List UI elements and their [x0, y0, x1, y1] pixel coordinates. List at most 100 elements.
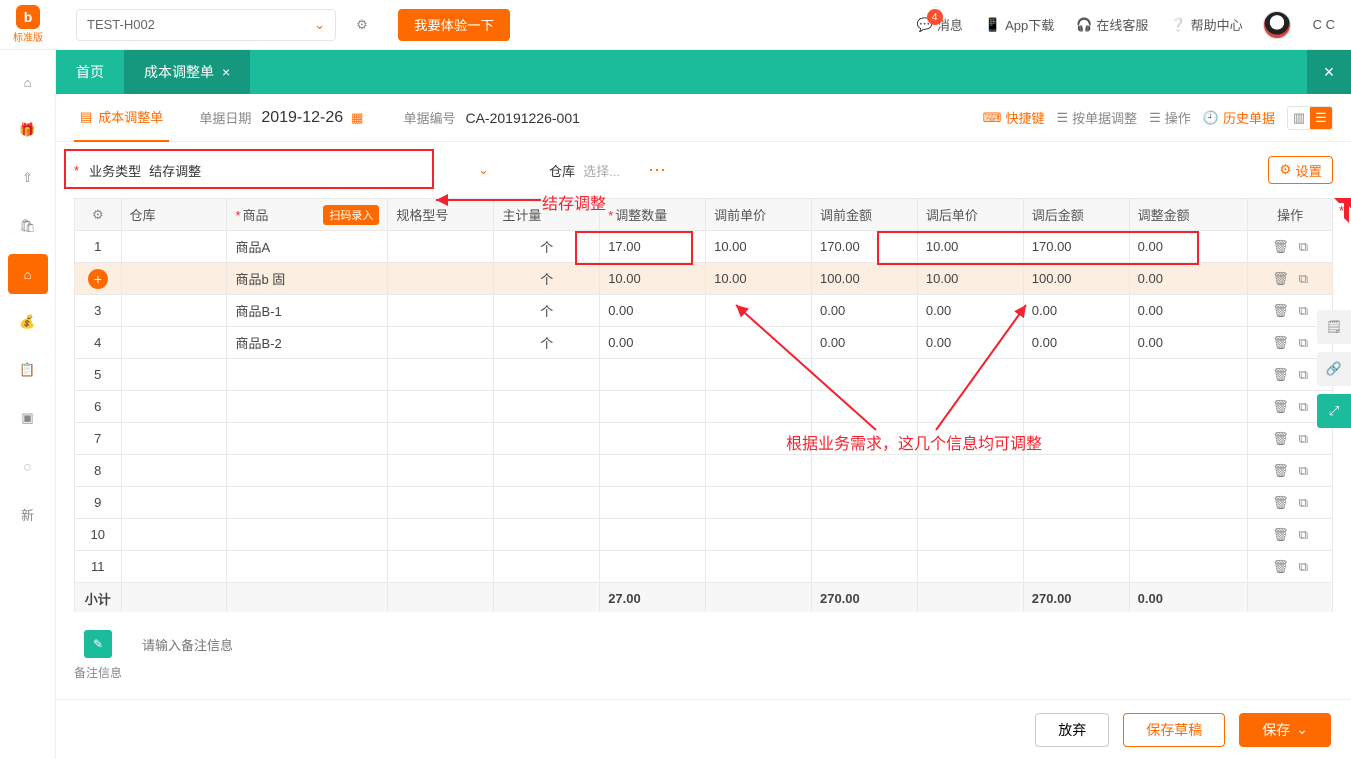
user-avatar[interactable] [1263, 11, 1291, 39]
copy-icon[interactable]: ⧉ [1299, 463, 1308, 479]
table-row[interactable]: 6🗑⧉ [75, 391, 1333, 423]
delete-icon[interactable]: 🗑 [1272, 271, 1289, 287]
app-download-button[interactable]: 📱 App下载 [985, 15, 1054, 34]
col-pre-price[interactable]: 调前单价 [706, 199, 812, 231]
shortcut-button[interactable]: ⌨快捷键 [983, 108, 1045, 127]
nav-money[interactable]: 💰 [8, 302, 48, 342]
copy-icon[interactable]: ⧉ [1299, 495, 1308, 511]
nav-gift[interactable]: 🎁 [8, 110, 48, 150]
copy-icon[interactable]: ⧉ [1299, 367, 1308, 383]
help-center-button[interactable]: ❔ 帮助中心 [1170, 15, 1242, 34]
table-row[interactable]: 7🗑⧉ [75, 423, 1333, 455]
nav-ring[interactable]: ◌ [8, 446, 48, 486]
view-toggle[interactable]: ▥ ☰ [1287, 106, 1333, 130]
business-type-select[interactable]: * 业务类型 结存调整 ⌄ [74, 161, 489, 180]
col-product[interactable]: 商品扫码录入 [227, 199, 388, 231]
warehouse-select[interactable]: 仓库 选择... ⋯ [549, 160, 666, 181]
table-row[interactable]: 8🗑⧉ [75, 455, 1333, 487]
nav-bag[interactable]: 🛍 [8, 206, 48, 246]
copy-icon[interactable]: ⧉ [1299, 239, 1308, 255]
col-ops: 操作 [1248, 199, 1333, 231]
delete-icon[interactable]: 🗑 [1272, 527, 1289, 543]
rail-note-button[interactable]: 🗒 [1317, 310, 1351, 344]
col-warehouse[interactable]: 仓库 [121, 199, 227, 231]
operate-button[interactable]: ☰操作 [1149, 108, 1191, 127]
discard-button[interactable]: 放弃 [1035, 713, 1109, 747]
nav-new[interactable]: 新 [8, 494, 48, 534]
delete-icon[interactable]: 🗑 [1272, 399, 1289, 415]
delete-icon[interactable]: 🗑 [1272, 239, 1289, 255]
copy-icon[interactable]: ⧉ [1299, 431, 1308, 447]
table-row[interactable]: 9🗑⧉ [75, 487, 1333, 519]
nav-clipboard[interactable]: 📋 [8, 350, 48, 390]
delete-icon[interactable]: 🗑 [1272, 303, 1289, 319]
doc-no-label: 单据编号 [403, 108, 455, 127]
biz-type-value: 结存调整 [149, 161, 201, 180]
rail-expand-button[interactable]: ⤢ [1317, 394, 1351, 428]
table-row[interactable]: 10🗑⧉ [75, 519, 1333, 551]
copy-icon[interactable]: ⧉ [1299, 527, 1308, 543]
org-settings-button[interactable]: ⚙ [346, 9, 378, 41]
logo-icon: b [16, 5, 40, 29]
col-spec[interactable]: 规格型号 [388, 199, 494, 231]
tab-cost-adjust[interactable]: 成本调整单 × [124, 50, 250, 94]
table-row[interactable]: 1商品A个17.0010.00170.0010.00170.000.00🗑⧉ [75, 231, 1333, 263]
copy-icon[interactable]: ⧉ [1299, 335, 1308, 351]
settings-button[interactable]: ⚙ 设置 [1268, 156, 1333, 184]
calendar-icon[interactable]: ▦ [351, 110, 363, 126]
delete-icon[interactable]: 🗑 [1272, 495, 1289, 511]
date-value[interactable]: 2019-12-26 [261, 109, 343, 127]
tabs-close-all[interactable]: × [1307, 50, 1351, 94]
add-row-button[interactable]: + [88, 269, 108, 289]
column-settings[interactable]: ⚙ [75, 199, 122, 231]
rail-link-button[interactable]: 🔗 [1317, 352, 1351, 386]
table-row[interactable]: 4商品B-2个0.000.000.000.000.00🗑⧉ [75, 327, 1333, 359]
remarks-label: ✎ 备注信息 [74, 630, 122, 681]
copy-icon[interactable]: ⧉ [1299, 399, 1308, 415]
menu-icon: ☰ [1149, 110, 1161, 126]
table-row[interactable]: +商品b 固个10.0010.00100.0010.00100.000.00🗑⧉ [75, 263, 1333, 295]
nav-warehouse[interactable]: ⌂ [8, 254, 48, 294]
delete-icon[interactable]: 🗑 [1272, 367, 1289, 383]
col-unit[interactable]: 主计量 [494, 199, 600, 231]
col-adj-amount[interactable]: 调整金额 [1129, 199, 1248, 231]
copy-icon[interactable]: ⧉ [1299, 303, 1308, 319]
table-row[interactable]: 3商品B-1个0.000.000.000.000.00🗑⧉ [75, 295, 1333, 327]
nav-contact[interactable]: ▣ [8, 398, 48, 438]
org-selector[interactable]: TEST-H002 ⌄ [76, 9, 336, 41]
online-service-button[interactable]: 🎧 在线客服 [1076, 15, 1148, 34]
headset-icon: 🎧 [1076, 17, 1092, 33]
tab-home[interactable]: 首页 [56, 50, 124, 94]
table-row[interactable]: 5🗑⧉ [75, 359, 1333, 391]
keyboard-icon: ⌨ [983, 110, 1002, 126]
delete-icon[interactable]: 🗑 [1272, 431, 1289, 447]
trial-button[interactable]: 我要体验一下 [398, 9, 510, 41]
user-name[interactable]: C C [1313, 17, 1335, 32]
history-button[interactable]: 🕘历史单据 [1203, 108, 1275, 127]
save-button[interactable]: 保存⌄ [1239, 713, 1331, 747]
copy-icon[interactable]: ⧉ [1299, 559, 1308, 575]
save-draft-button[interactable]: 保存草稿 [1123, 713, 1225, 747]
col-post-price[interactable]: 调后单价 [917, 199, 1023, 231]
view-list-icon[interactable]: ☰ [1310, 107, 1332, 129]
delete-icon[interactable]: 🗑 [1272, 559, 1289, 575]
document-title-tab[interactable]: ▤ 成本调整单 [74, 94, 169, 142]
view-card-icon[interactable]: ▥ [1288, 107, 1310, 129]
tab-close-icon[interactable]: × [222, 64, 230, 80]
scan-input-tag[interactable]: 扫码录入 [323, 205, 379, 225]
nav-upload[interactable]: ⇧ [8, 158, 48, 198]
nav-home[interactable]: ⌂ [8, 62, 48, 102]
more-icon[interactable]: ⋯ [648, 160, 666, 181]
chevron-down-icon: ⌄ [314, 17, 325, 33]
by-doc-adjust-button[interactable]: ☰按单据调整 [1056, 108, 1137, 127]
delete-icon[interactable]: 🗑 [1272, 463, 1289, 479]
table-row[interactable]: 11🗑⧉ [75, 551, 1333, 583]
delete-icon[interactable]: 🗑 [1272, 335, 1289, 351]
col-pre-amount[interactable]: 调前金额 [811, 199, 917, 231]
gift-icon: 🎁 [19, 122, 35, 138]
remarks-input[interactable] [142, 630, 1333, 661]
col-post-amount[interactable]: 调后金额 [1023, 199, 1129, 231]
messages-button[interactable]: 💬 4 消息 [917, 15, 963, 34]
col-adj-qty[interactable]: 调整数量 [600, 199, 706, 231]
copy-icon[interactable]: ⧉ [1299, 271, 1308, 287]
